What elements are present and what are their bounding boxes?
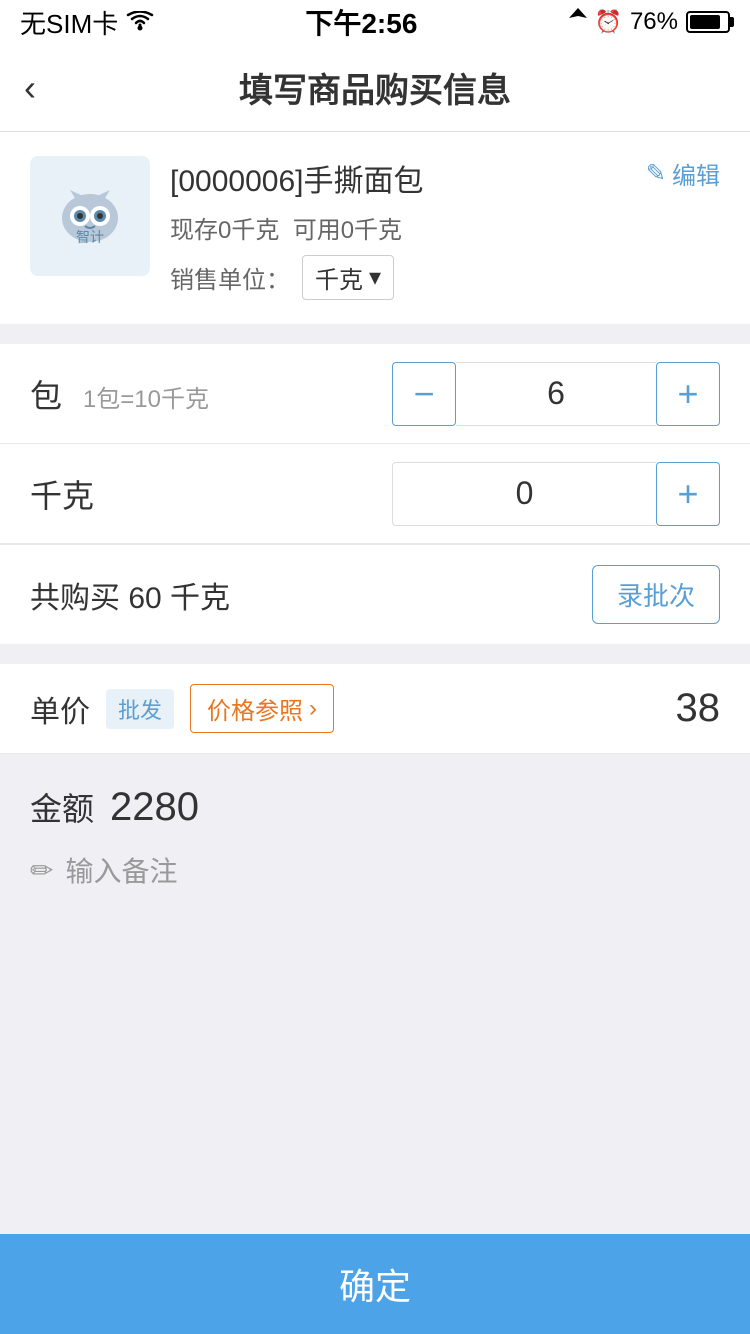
kg-plus-button[interactable]: + bbox=[656, 462, 720, 526]
confirm-button[interactable]: 确定 bbox=[339, 1258, 411, 1310]
status-left: 无SIM卡 bbox=[20, 4, 154, 41]
kg-row: 千克 + bbox=[0, 444, 750, 544]
kg-label: 千克 bbox=[30, 471, 392, 517]
product-name: [0000006]手撕面包 bbox=[170, 156, 720, 200]
amount-section: 金额 2280 ✏ 输入备注 bbox=[0, 754, 750, 910]
price-ref-arrow: › bbox=[309, 695, 317, 723]
price-badge: 批发 bbox=[106, 689, 174, 729]
bao-quantity-input[interactable] bbox=[456, 362, 656, 426]
product-card: 智计 [0000006]手撕面包 现存0千克 可用0千克 销售单位： 千克 ▾ … bbox=[0, 132, 750, 324]
price-value: 38 bbox=[676, 686, 721, 731]
amount-value: 2280 bbox=[110, 785, 199, 830]
page-title: 填写商品购买信息 bbox=[239, 63, 511, 112]
price-row: 单价 批发 价格参照 › 38 bbox=[0, 664, 750, 754]
battery-pct-text: 76% bbox=[630, 8, 678, 36]
bao-row: 包 1包=10千克 − + bbox=[0, 344, 750, 444]
svg-text:智计: 智计 bbox=[76, 229, 104, 245]
kg-quantity-input[interactable] bbox=[392, 462, 656, 526]
total-label: 共购买 60 千克 bbox=[30, 573, 592, 617]
bao-sublabel: 1包=10千克 bbox=[83, 386, 209, 413]
unit-select[interactable]: 千克 ▾ bbox=[302, 255, 394, 300]
product-stock: 现存0千克 可用0千克 bbox=[170, 210, 720, 245]
edit-button[interactable]: ✎ 编辑 bbox=[646, 156, 720, 191]
amount-label: 金额 bbox=[30, 784, 94, 830]
product-unit-row: 销售单位： 千克 ▾ bbox=[170, 255, 720, 300]
bao-label: 包 1包=10千克 bbox=[30, 371, 392, 417]
section-divider-1 bbox=[0, 324, 750, 344]
price-ref-button[interactable]: 价格参照 › bbox=[190, 684, 334, 733]
price-label: 单价 bbox=[30, 687, 90, 731]
total-row: 共购买 60 千克 录批次 bbox=[0, 544, 750, 644]
status-time: 下午2:56 bbox=[305, 2, 417, 42]
note-row[interactable]: ✏ 输入备注 bbox=[30, 850, 720, 890]
nav-bar: ‹ 填写商品购买信息 bbox=[0, 44, 750, 132]
note-placeholder: 输入备注 bbox=[65, 850, 177, 890]
main-content: 智计 [0000006]手撕面包 现存0千克 可用0千克 销售单位： 千克 ▾ … bbox=[0, 132, 750, 1234]
carrier-text: 无SIM卡 bbox=[20, 4, 118, 41]
section-divider-2 bbox=[0, 644, 750, 664]
bao-plus-button[interactable]: + bbox=[656, 362, 720, 426]
alarm-icon: ⏰ bbox=[595, 9, 622, 35]
batch-button[interactable]: 录批次 bbox=[592, 565, 720, 624]
battery-icon bbox=[686, 11, 730, 33]
page-spacer bbox=[0, 910, 750, 1234]
bao-minus-button[interactable]: − bbox=[392, 362, 456, 426]
input-section: 包 1包=10千克 − + 千克 + bbox=[0, 344, 750, 544]
product-image: 智计 bbox=[30, 156, 150, 276]
wifi-icon bbox=[126, 7, 154, 38]
product-info: [0000006]手撕面包 现存0千克 可用0千克 销售单位： 千克 ▾ bbox=[170, 156, 720, 300]
price-section: 单价 批发 价格参照 › 38 bbox=[0, 664, 750, 754]
confirm-bar: 确定 bbox=[0, 1234, 750, 1334]
kg-quantity-control: + bbox=[392, 462, 720, 526]
unit-label: 销售单位： bbox=[170, 260, 290, 295]
amount-row: 金额 2280 bbox=[30, 784, 720, 830]
pencil-icon: ✏ bbox=[30, 854, 53, 887]
status-bar: 无SIM卡 下午2:56 ⏰ 76% bbox=[0, 0, 750, 44]
edit-icon: ✎ bbox=[646, 159, 666, 188]
bao-quantity-control: − + bbox=[392, 362, 720, 426]
status-right: ⏰ 76% bbox=[569, 8, 730, 37]
location-icon bbox=[569, 8, 587, 37]
back-button[interactable]: ‹ bbox=[24, 67, 36, 109]
chevron-down-icon: ▾ bbox=[369, 263, 381, 292]
